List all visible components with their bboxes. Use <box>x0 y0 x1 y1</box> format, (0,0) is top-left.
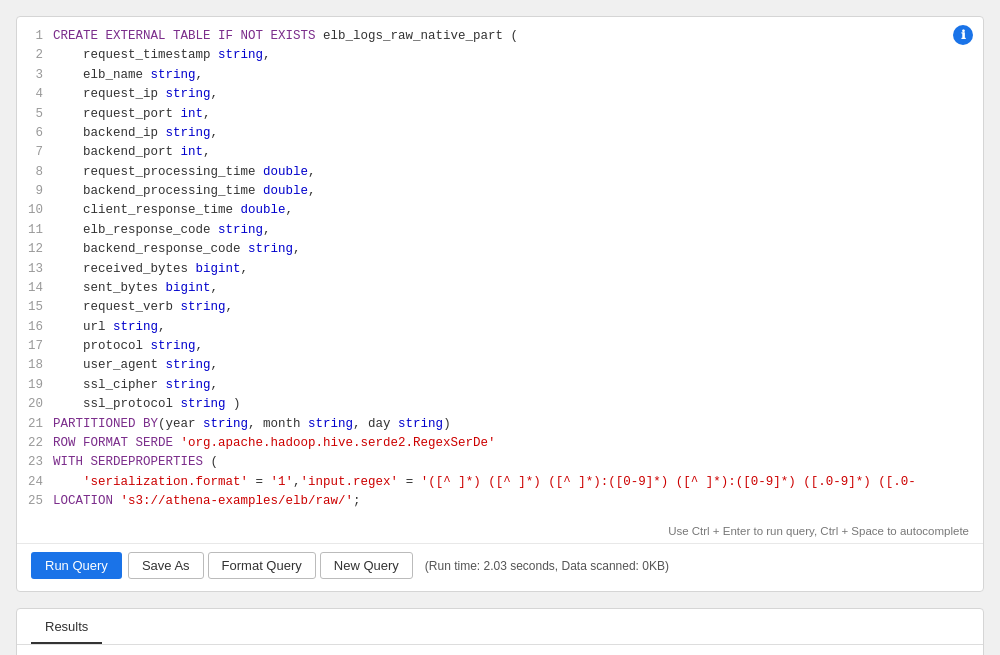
code-line-5: 5 request_port int, <box>25 105 969 124</box>
code-line-11: 11 elb_response_code string, <box>25 221 969 240</box>
code-line-17: 17 protocol string, <box>25 337 969 356</box>
results-content: Query successful. If your table has part… <box>17 645 983 655</box>
code-line-7: 7 backend_port int, <box>25 143 969 162</box>
tab-results[interactable]: Results <box>31 609 102 644</box>
code-line-10: 10 client_response_time double, <box>25 201 969 220</box>
code-line-20: 20 ssl_protocol string ) <box>25 395 969 414</box>
code-line-8: 8 request_processing_time double, <box>25 163 969 182</box>
results-tabs: Results <box>17 609 983 645</box>
code-editor[interactable]: 1 CREATE EXTERNAL TABLE IF NOT EXISTS el… <box>17 17 983 521</box>
code-line-12: 12 backend_response_code string, <box>25 240 969 259</box>
format-query-button[interactable]: Format Query <box>208 552 316 579</box>
save-as-button[interactable]: Save As <box>128 552 204 579</box>
code-line-25: 25 LOCATION 's3://athena-examples/elb/ra… <box>25 492 969 511</box>
code-line-21: 21 PARTITIONED BY(year string, month str… <box>25 415 969 434</box>
toolbar: Run Query Save As Format Query New Query… <box>17 543 983 591</box>
code-line-4: 4 request_ip string, <box>25 85 969 104</box>
code-line-2: 2 request_timestamp string, <box>25 46 969 65</box>
run-info: (Run time: 2.03 seconds, Data scanned: 0… <box>425 559 669 573</box>
code-line-15: 15 request_verb string, <box>25 298 969 317</box>
code-line-3: 3 elb_name string, <box>25 66 969 85</box>
code-line-6: 6 backend_ip string, <box>25 124 969 143</box>
query-hint: Use Ctrl + Enter to run query, Ctrl + Sp… <box>17 521 983 543</box>
new-query-button[interactable]: New Query <box>320 552 413 579</box>
code-line-1: 1 CREATE EXTERNAL TABLE IF NOT EXISTS el… <box>25 27 969 46</box>
code-line-23: 23 WITH SERDEPROPERTIES ( <box>25 453 969 472</box>
code-line-16: 16 url string, <box>25 318 969 337</box>
results-panel: Results Query successful. If your table … <box>16 608 984 655</box>
code-line-13: 13 received_bytes bigint, <box>25 260 969 279</box>
code-line-19: 19 ssl_cipher string, <box>25 376 969 395</box>
code-line-14: 14 sent_bytes bigint, <box>25 279 969 298</box>
code-line-22: 22 ROW FORMAT SERDE 'org.apache.hadoop.h… <box>25 434 969 453</box>
run-query-button[interactable]: Run Query <box>31 552 122 579</box>
info-icon[interactable]: ℹ <box>953 25 973 45</box>
code-line-18: 18 user_agent string, <box>25 356 969 375</box>
query-panel: ℹ 1 CREATE EXTERNAL TABLE IF NOT EXISTS … <box>16 16 984 592</box>
code-line-24: 24 'serialization.format' = '1','input.r… <box>25 473 969 492</box>
code-line-9: 9 backend_processing_time double, <box>25 182 969 201</box>
